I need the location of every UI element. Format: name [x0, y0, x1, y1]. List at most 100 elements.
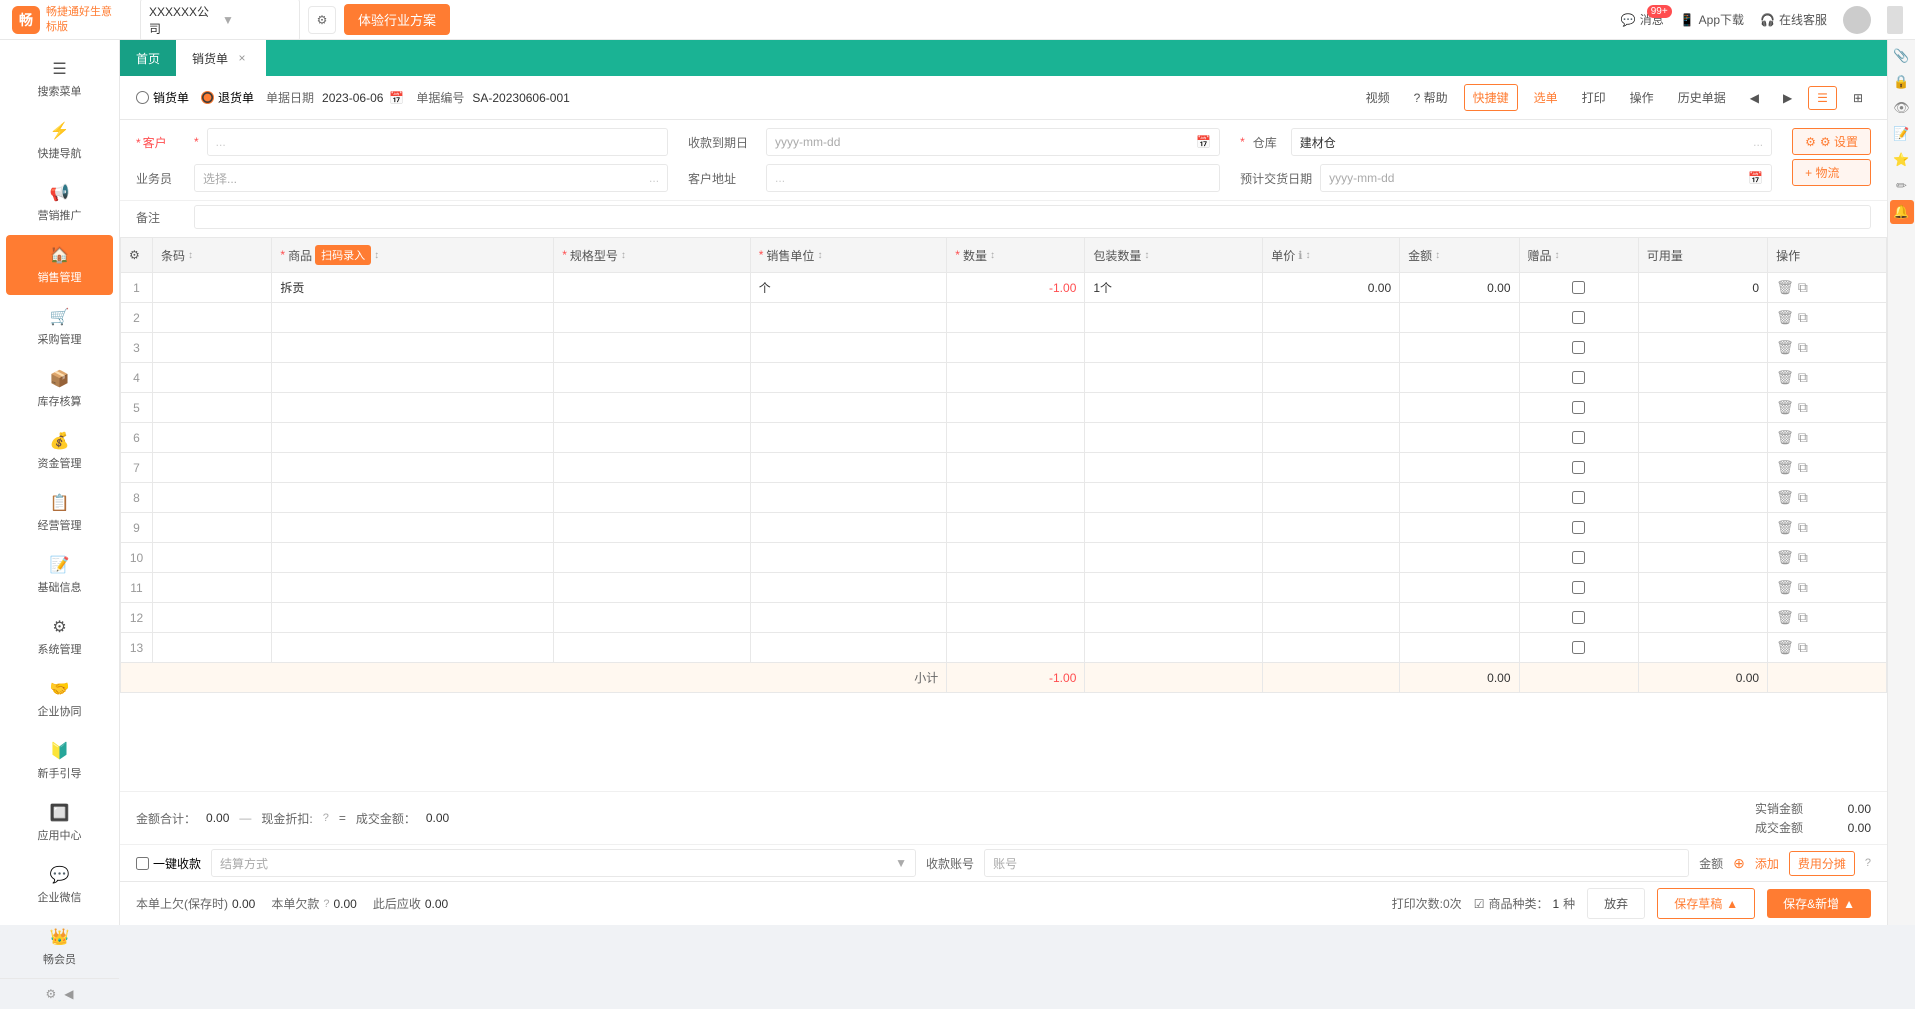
cell-spec[interactable]	[554, 393, 751, 423]
salesperson-input[interactable]: 选择... ...	[194, 164, 668, 192]
delete-icon[interactable]: 🗑	[1776, 519, 1794, 536]
grid-view-btn[interactable]: ⊞	[1845, 87, 1871, 109]
cell-product[interactable]	[272, 303, 554, 333]
sidebar-item-system[interactable]: ⚙ 系统管理	[6, 607, 113, 667]
shortcut-btn[interactable]: 快捷键	[1464, 84, 1518, 111]
cell-product[interactable]	[272, 603, 554, 633]
cell-qty[interactable]	[947, 543, 1085, 573]
cell-pack-qty[interactable]	[1085, 453, 1263, 483]
cell-barcode[interactable]	[153, 483, 272, 513]
cell-pack-qty[interactable]	[1085, 573, 1263, 603]
sidebar-item-member[interactable]: 👑 畅会员	[6, 917, 113, 977]
gift-checkbox[interactable]	[1572, 401, 1585, 414]
cell-unit[interactable]	[750, 393, 947, 423]
gift-checkbox[interactable]	[1572, 641, 1585, 654]
radio-sales-input[interactable]	[136, 91, 149, 104]
sort-unit-icon[interactable]: ↕	[817, 250, 822, 261]
expected-delivery-input[interactable]: yyyy-mm-dd 📅	[1320, 164, 1772, 192]
account-input[interactable]: 账号	[984, 849, 1689, 877]
scan-button[interactable]: 扫码录入	[315, 245, 371, 265]
cell-barcode[interactable]	[153, 573, 272, 603]
sort-product-icon[interactable]: ↕	[374, 250, 379, 261]
user-avatar-2[interactable]	[1887, 6, 1903, 34]
cell-unit-price[interactable]	[1263, 513, 1400, 543]
sidebar-item-search[interactable]: ☰ 搜索菜单	[6, 49, 113, 109]
one-click-pay-checkbox[interactable]: 一键收款	[136, 855, 201, 872]
sidebar-item-finance[interactable]: 💰 资金管理	[6, 421, 113, 481]
add-amount-icon[interactable]: ⊕	[1733, 855, 1745, 872]
gift-checkbox[interactable]	[1572, 611, 1585, 624]
tab-sales-order[interactable]: 销货单 ×	[176, 40, 266, 76]
list-view-btn[interactable]: ☰	[1808, 86, 1837, 110]
column-settings-icon[interactable]: ⚙	[129, 248, 140, 262]
cell-barcode[interactable]	[153, 333, 272, 363]
settings-button[interactable]: ⚙ ⚙ 设置	[1792, 128, 1871, 155]
cell-pack-qty[interactable]	[1085, 513, 1263, 543]
cell-unit[interactable]	[750, 603, 947, 633]
user-avatar[interactable]	[1843, 6, 1871, 34]
cell-amount[interactable]	[1400, 453, 1519, 483]
sort-amount-icon[interactable]: ↕	[1435, 250, 1440, 261]
copy-icon[interactable]: ⧉	[1798, 549, 1808, 566]
cell-amount[interactable]	[1400, 423, 1519, 453]
cell-qty[interactable]	[947, 423, 1085, 453]
sort-qty-icon[interactable]: ↕	[990, 250, 995, 261]
copy-icon[interactable]: ⧉	[1798, 279, 1808, 296]
delete-icon[interactable]: 🗑	[1776, 279, 1794, 296]
cell-spec[interactable]	[554, 513, 751, 543]
cell-product[interactable]	[272, 393, 554, 423]
cell-gift[interactable]	[1519, 483, 1638, 513]
cell-gift[interactable]	[1519, 363, 1638, 393]
sidebar-item-enterprise[interactable]: 🤝 企业协同	[6, 669, 113, 729]
cell-pack-qty[interactable]: 1个	[1085, 273, 1263, 303]
gift-checkbox[interactable]	[1572, 311, 1585, 324]
cell-barcode[interactable]	[153, 423, 272, 453]
customer-dots[interactable]: ...	[216, 135, 226, 149]
customer-address-dots[interactable]: ...	[775, 171, 785, 185]
gift-checkbox[interactable]	[1572, 371, 1585, 384]
cell-qty[interactable]	[947, 603, 1085, 633]
delete-icon[interactable]: 🗑	[1776, 339, 1794, 356]
cell-amount[interactable]	[1400, 393, 1519, 423]
cell-amount[interactable]	[1400, 333, 1519, 363]
cell-unit[interactable]	[750, 333, 947, 363]
cell-unit-price[interactable]	[1263, 303, 1400, 333]
fee-split-help-icon[interactable]: ?	[1865, 857, 1871, 869]
cell-qty[interactable]: -1.00	[947, 273, 1085, 303]
copy-icon[interactable]: ⧉	[1798, 609, 1808, 626]
save-new-button[interactable]: 保存&新增 ▲	[1767, 889, 1871, 918]
cell-unit-price[interactable]	[1263, 633, 1400, 663]
cell-unit[interactable]	[750, 423, 947, 453]
cell-amount[interactable]	[1400, 303, 1519, 333]
cell-barcode[interactable]	[153, 603, 272, 633]
cell-barcode[interactable]	[153, 543, 272, 573]
cell-unit[interactable]	[750, 513, 947, 543]
cell-unit[interactable]	[750, 633, 947, 663]
cell-qty[interactable]	[947, 303, 1085, 333]
copy-icon[interactable]: ⧉	[1798, 309, 1808, 326]
radio-return-order[interactable]: 退货单	[201, 89, 254, 106]
sidebar-item-basic-info[interactable]: 📝 基础信息	[6, 545, 113, 605]
product-type-checkbox-icon[interactable]: ☑	[1474, 897, 1485, 911]
th-gear[interactable]: ⚙	[121, 238, 153, 273]
copy-icon[interactable]: ⧉	[1798, 399, 1808, 416]
customer-address-input[interactable]: ...	[766, 164, 1220, 192]
sidebar-item-marketing[interactable]: 📢 营销推广	[6, 173, 113, 233]
arrears-info-icon[interactable]: ?	[323, 898, 329, 910]
history-btn[interactable]: 历史单据	[1670, 85, 1734, 110]
right-panel-btn-4[interactable]: 📝	[1890, 122, 1914, 146]
cell-gift[interactable]	[1519, 633, 1638, 663]
cell-unit-price[interactable]	[1263, 393, 1400, 423]
cell-amount[interactable]	[1400, 543, 1519, 573]
cell-barcode[interactable]	[153, 273, 272, 303]
gift-checkbox[interactable]	[1572, 551, 1585, 564]
gift-checkbox[interactable]	[1572, 491, 1585, 504]
cell-spec[interactable]	[554, 423, 751, 453]
cell-gift[interactable]	[1519, 303, 1638, 333]
action-btn[interactable]: 操作	[1622, 85, 1662, 110]
copy-icon[interactable]: ⧉	[1798, 459, 1808, 476]
right-panel-btn-5[interactable]: ⭐	[1890, 148, 1914, 172]
sort-price-icon[interactable]: ↕	[1305, 250, 1310, 261]
prev-btn[interactable]: ◀	[1742, 87, 1767, 109]
delete-icon[interactable]: 🗑	[1776, 369, 1794, 386]
